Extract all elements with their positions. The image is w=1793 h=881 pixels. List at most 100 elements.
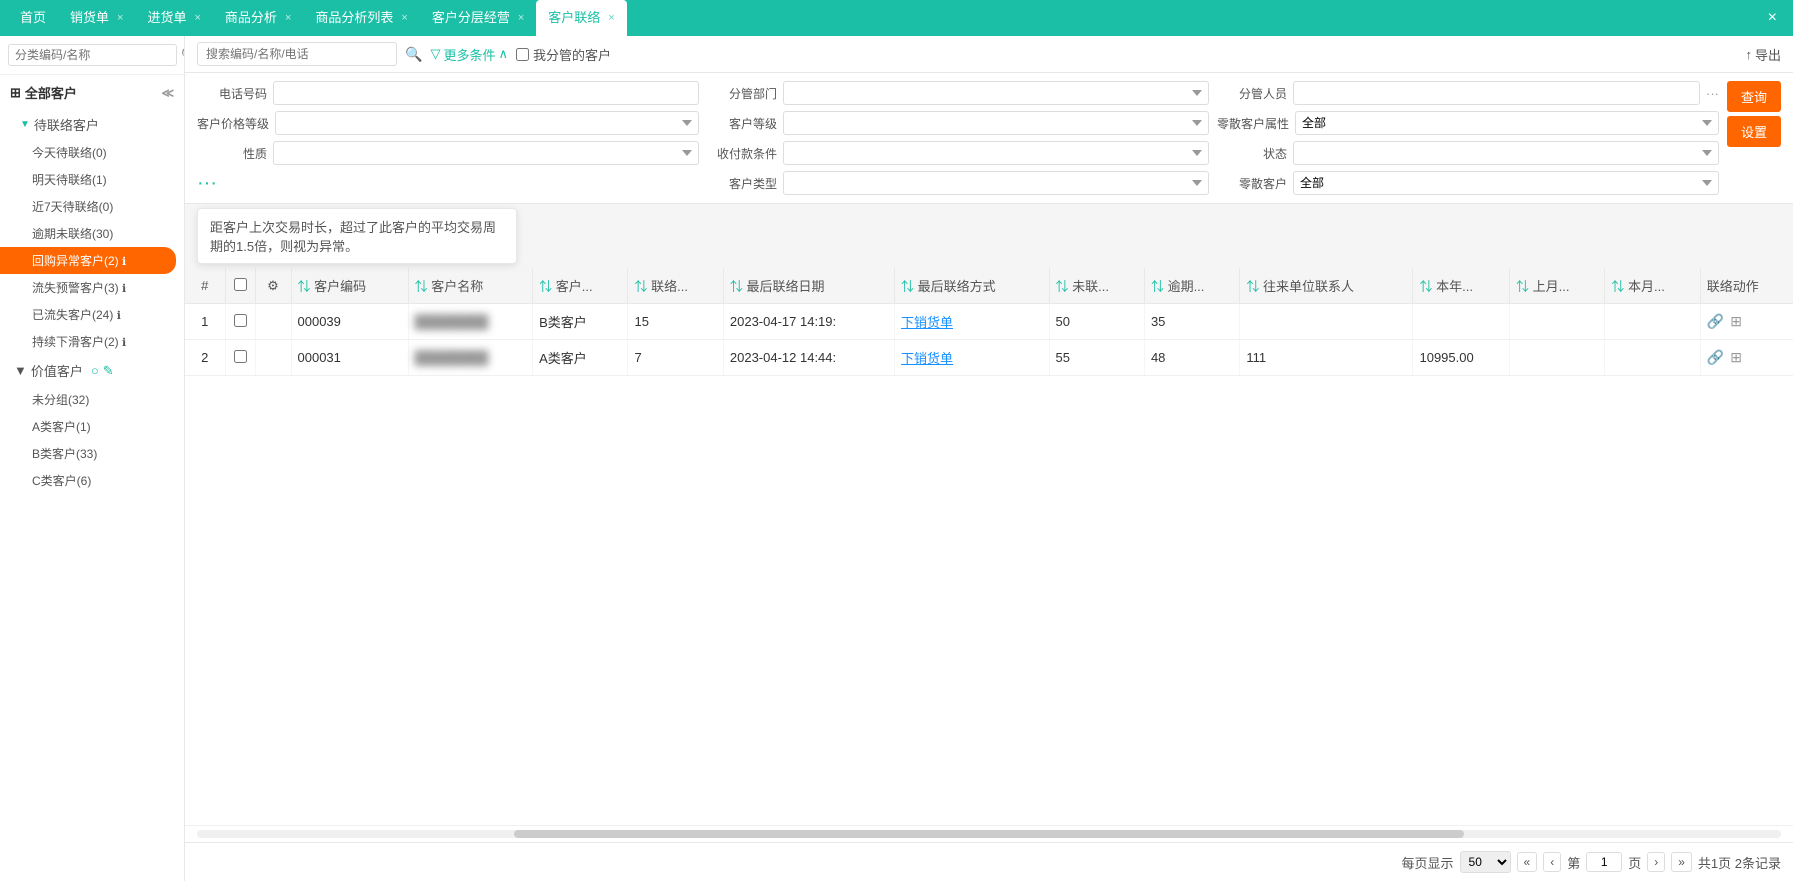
- nav-tab-customer-tier-close[interactable]: ×: [518, 0, 524, 36]
- person-more-icon[interactable]: ···: [1706, 86, 1719, 101]
- row2-checkbox[interactable]: [234, 350, 247, 363]
- row1-company-contact: [1240, 304, 1413, 340]
- sidebar-item-b-class[interactable]: B类客户(33): [0, 440, 184, 467]
- sidebar-item-a-class[interactable]: A类客户(1): [0, 413, 184, 440]
- sidebar-search-input[interactable]: [8, 44, 177, 66]
- payment-select[interactable]: [783, 141, 1209, 165]
- row1-link-icon[interactable]: 🔗: [1707, 313, 1724, 330]
- prev-page-button[interactable]: ‹: [1543, 852, 1561, 872]
- customer-type-select[interactable]: [783, 171, 1209, 195]
- horizontal-scrollbar-area: [185, 825, 1793, 842]
- filter-field-retail-customer: 零散客户 全部: [1217, 171, 1719, 195]
- sidebar-item-declining[interactable]: 持续下滑客户(2) ℹ: [0, 328, 184, 355]
- select-all-checkbox[interactable]: [234, 278, 247, 291]
- last-page-button[interactable]: »: [1671, 852, 1692, 872]
- window-close-button[interactable]: ×: [1760, 9, 1785, 27]
- row2-this-year: 10995.00: [1413, 340, 1510, 376]
- my-customers-checkbox[interactable]: [516, 48, 529, 61]
- filter-row-4: ··· 客户类型 零散客户 全部: [197, 171, 1719, 195]
- sidebar-pending-contact-group[interactable]: ▼ 待联络客户: [0, 110, 184, 139]
- nature-select[interactable]: [273, 141, 699, 165]
- price-level-select[interactable]: [275, 111, 699, 135]
- query-button[interactable]: 查询: [1727, 81, 1781, 112]
- nav-tab-analysis[interactable]: 商品分析 ×: [213, 0, 303, 36]
- person-input[interactable]: [1293, 81, 1700, 105]
- first-page-button[interactable]: «: [1517, 852, 1538, 872]
- row2-link[interactable]: 下销货单: [901, 351, 953, 366]
- row2-last-month: [1509, 340, 1604, 376]
- nav-tab-purchase[interactable]: 进货单 ×: [135, 0, 212, 36]
- next-page-button[interactable]: ›: [1647, 852, 1665, 872]
- collapse-icon[interactable]: ≪: [161, 86, 174, 100]
- phone-input[interactable]: [273, 81, 699, 105]
- tooltip-text: 距客户上次交易时长，超过了此客户的平均交易周期的1.5倍，则视为异常。: [210, 220, 496, 254]
- page-number-input[interactable]: [1586, 852, 1622, 872]
- status-select[interactable]: [1293, 141, 1719, 165]
- retail-attr-select[interactable]: 全部: [1295, 111, 1719, 135]
- settings-button[interactable]: 设置: [1727, 116, 1781, 147]
- row2-level: A类客户: [533, 340, 628, 376]
- sidebar-item-unclassified[interactable]: 未分组(32): [0, 386, 184, 413]
- edit-icon2[interactable]: ✎: [103, 363, 114, 379]
- nav-tab-sales-close[interactable]: ×: [117, 0, 123, 36]
- sidebar-item-overdue[interactable]: 逾期未联络(30): [0, 220, 184, 247]
- customer-level-select[interactable]: [783, 111, 1209, 135]
- main-search-input[interactable]: [197, 42, 397, 66]
- nav-tab-customer-contact[interactable]: 客户联络 ×: [536, 0, 626, 36]
- sidebar-item-7days[interactable]: 近7天待联络(0): [0, 193, 184, 220]
- sidebar-item-today[interactable]: 今天待联络(0): [0, 139, 184, 166]
- row1-grid-icon[interactable]: ⊞: [1730, 313, 1742, 330]
- row1-this-month: [1605, 304, 1700, 340]
- sidebar-item-lost[interactable]: 已流失客户(24) ℹ: [0, 301, 184, 328]
- nav-tab-customer-contact-close[interactable]: ×: [608, 0, 614, 36]
- export-button[interactable]: ↑ 导出: [1745, 45, 1781, 64]
- nav-tab-home[interactable]: 首页: [8, 0, 58, 36]
- sidebar-item-repurchase-abnormal[interactable]: 回购异常客户(2) ℹ: [0, 247, 176, 274]
- sort-icon4: ⇅: [634, 279, 647, 294]
- col-header-last-month: ⇅ 上月...: [1509, 268, 1604, 304]
- nav-tab-analysis-close[interactable]: ×: [285, 0, 291, 36]
- status-label: 状态: [1217, 145, 1287, 162]
- filter-field-retail-attr: 零散客户属性 全部: [1217, 111, 1719, 135]
- my-customers-checkbox-label[interactable]: 我分管的客户: [516, 45, 611, 64]
- col-header-checkbox: [225, 268, 255, 304]
- payment-label: 收付款条件: [707, 145, 777, 162]
- nav-tab-customer-tier[interactable]: 客户分层经营 ×: [420, 0, 536, 36]
- more-filters-button[interactable]: ▽ 更多条件 ∧: [430, 45, 508, 64]
- nav-tab-analysis-list-close[interactable]: ×: [401, 0, 407, 36]
- dept-select[interactable]: [783, 81, 1209, 105]
- nav-tab-sales[interactable]: 销货单 ×: [58, 0, 135, 36]
- row1-settings-cell: [255, 304, 291, 340]
- sidebar: 🔍 ⊞ 全部客户 ≪ ▼ 待联络客户 今天待联络(0) 明天待联络(1) 近7天…: [0, 36, 185, 881]
- sidebar-item-c-class[interactable]: C类客户(6): [0, 467, 184, 494]
- col-header-num: #: [185, 268, 225, 304]
- row1-no-contact: 50: [1049, 304, 1144, 340]
- sidebar-value-header[interactable]: ▼ 价值客户 ○ ✎: [14, 361, 174, 380]
- sidebar-all-customers[interactable]: ⊞ 全部客户 ≪: [0, 75, 184, 110]
- nav-tab-purchase-close[interactable]: ×: [194, 0, 200, 36]
- row2-grid-icon[interactable]: ⊞: [1730, 349, 1742, 366]
- more-conditions-button[interactable]: ···: [197, 173, 217, 193]
- customers-table: # ⚙ ⇅ 客户编码 ⇅ 客户名称 ⇅ 客户... ⇅: [185, 268, 1793, 376]
- col-header-code: ⇅ 客户编码: [291, 268, 408, 304]
- row2-last-way: 下销货单: [895, 340, 1050, 376]
- per-page-select[interactable]: 50 100 200: [1460, 851, 1511, 873]
- row2-this-month: [1605, 340, 1700, 376]
- filter-btn-group: 查询 设置: [1727, 81, 1781, 147]
- row1-checkbox[interactable]: [234, 314, 247, 327]
- phone-label: 电话号码: [197, 85, 267, 102]
- row2-link-icon[interactable]: 🔗: [1707, 349, 1724, 366]
- retail-attr-label: 零散客户属性: [1217, 115, 1289, 132]
- sidebar-item-lost-warning[interactable]: 流失预警客户(3) ℹ: [0, 274, 184, 301]
- row1-action: 🔗 ⊞: [1700, 304, 1793, 340]
- retail-customer-select[interactable]: 全部: [1293, 171, 1719, 195]
- sidebar-item-tomorrow[interactable]: 明天待联络(1): [0, 166, 184, 193]
- main-search-icon[interactable]: 🔍: [405, 46, 422, 63]
- filter-icon: ▽: [430, 46, 440, 62]
- customer-type-label: 客户类型: [707, 175, 777, 192]
- row1-link[interactable]: 下销货单: [901, 315, 953, 330]
- edit-icon[interactable]: ○: [91, 363, 99, 378]
- nav-tab-analysis-list[interactable]: 商品分析列表 ×: [303, 0, 419, 36]
- scroll-thumb[interactable]: [514, 830, 1464, 838]
- content-area: 🔍 ▽ 更多条件 ∧ 我分管的客户 ↑ 导出: [185, 36, 1793, 881]
